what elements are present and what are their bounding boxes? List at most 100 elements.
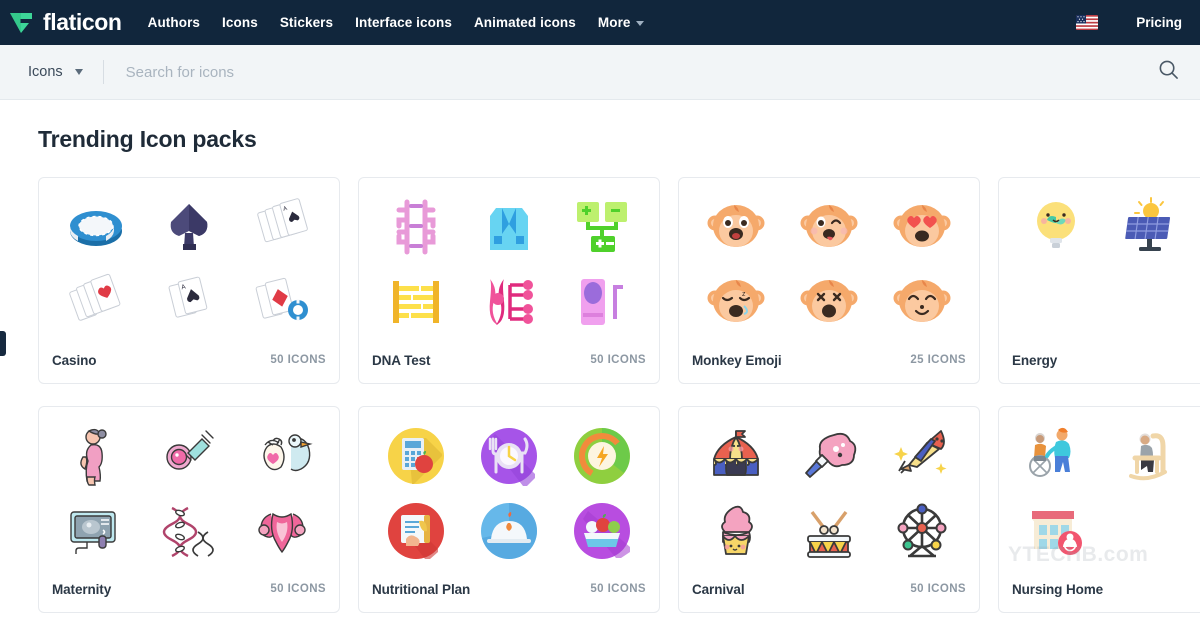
fruit-basket-icon [572, 501, 632, 561]
icon-pack-card-carnival[interactable]: Carnival 50 ICONS [678, 406, 980, 613]
pricing-link[interactable]: Pricing [1136, 15, 1182, 30]
pack-footer: Casino 50 ICONS [39, 343, 339, 383]
uterus-icon [251, 500, 313, 562]
pack-icon-count: 50 ICONS [590, 583, 646, 595]
monkey-face-tongue-icon [799, 197, 859, 257]
chromosome-test-icon [478, 271, 540, 333]
pack-name: DNA Test [372, 352, 431, 368]
stork-baby-delivery-icon [251, 425, 313, 487]
ferris-wheel-icon [891, 500, 953, 562]
pack-name: Nursing Home [1012, 581, 1104, 597]
nav-link-label: Authors [147, 15, 201, 30]
ultrasound-monitor-icon [65, 500, 127, 562]
food-cloche-icon [479, 501, 539, 561]
icon-pack-card-dna-test[interactable]: DNA Test 50 ICONS [358, 177, 660, 384]
monkey-face-surprised-icon [706, 197, 766, 257]
care-facility-icon [1026, 501, 1086, 561]
circus-tent-icon [705, 425, 767, 487]
search-submit-button[interactable] [1136, 45, 1200, 99]
firework-rocket-icon [891, 425, 953, 487]
metabolism-meter-icon [572, 426, 632, 486]
search-bar: Icons [0, 45, 1200, 100]
cotton-candy-icon [798, 425, 860, 487]
icon-pack-card-energy[interactable]: Energy [998, 177, 1200, 384]
icon-pack-card-monkey-emoji[interactable]: z Monkey Emoji 25 ICONS [678, 177, 980, 384]
eco-lightbulb-icon [1026, 197, 1086, 257]
pack-icon-preview-grid [39, 407, 339, 572]
calorie-calculator-icon [386, 426, 446, 486]
spade-symbol-icon [157, 195, 221, 259]
nav-link-authors[interactable]: Authors [148, 15, 200, 30]
pack-footer: Nursing Home [999, 572, 1200, 612]
chevron-down-icon [74, 69, 83, 75]
pack-footer: Energy [999, 343, 1200, 383]
genetic-chart-icon [571, 196, 633, 258]
playing-cards-hearts-icon [64, 270, 128, 334]
pack-name: Monkey Emoji [692, 352, 782, 368]
brand-logo-link[interactable]: flaticon [8, 10, 122, 36]
feedback-edge-tab[interactable] [0, 331, 6, 356]
ivf-syringe-ovum-icon [158, 425, 220, 487]
pack-icon-count: 50 ICONS [270, 354, 326, 366]
lab-coat-icon [478, 196, 540, 258]
dna-strand-icon [385, 196, 447, 258]
svg-text:z: z [742, 291, 746, 298]
cards-with-chip-icon [250, 270, 314, 334]
pack-icon-count: 50 ICONS [590, 354, 646, 366]
pack-icon-preview-grid [999, 178, 1200, 343]
pack-icon-preview-grid [999, 407, 1200, 572]
monkey-face-heart-eyes-icon [892, 197, 952, 257]
caregiver-wheelchair-icon [1026, 426, 1086, 486]
pack-name: Maternity [52, 581, 112, 597]
pack-name: Energy [1012, 352, 1058, 368]
poker-chip-icon [64, 195, 128, 259]
search-input[interactable] [103, 45, 1136, 99]
monkey-face-smiling-icon [892, 272, 952, 332]
dna-helix-icon [158, 500, 220, 562]
dna-ladder-icon [385, 271, 447, 333]
pack-icon-count: 50 ICONS [270, 583, 326, 595]
search-scope-dropdown[interactable]: Icons [0, 45, 103, 99]
pack-name: Casino [52, 352, 97, 368]
nav-right-group: Pricing [1076, 15, 1182, 30]
nav-link-interface-icons[interactable]: Interface icons [355, 15, 452, 30]
chevron-down-icon [635, 21, 644, 26]
icon-pack-card-nutritional-plan[interactable]: Nutritional Plan 50 ICONS [358, 406, 660, 613]
nav-link-stickers[interactable]: Stickers [280, 15, 333, 30]
elderly-rocking-chair-icon [1119, 426, 1179, 486]
nav-link-label: Stickers [279, 15, 334, 30]
pack-footer: DNA Test 50 ICONS [359, 343, 659, 383]
pack-icon-preview-grid: z [679, 178, 979, 343]
nav-link-animated-icons[interactable]: Animated icons [474, 15, 576, 30]
nav-link-icons[interactable]: Icons [222, 15, 258, 30]
nav-link-label: Interface icons [355, 15, 452, 30]
icon-pack-card-maternity[interactable]: Maternity 50 ICONS [38, 406, 340, 613]
pack-footer: Carnival 50 ICONS [679, 572, 979, 612]
solar-panel-icon [1119, 197, 1179, 257]
brand-name: flaticon [43, 9, 122, 35]
icon-pack-card-casino[interactable]: A A Casino 50 ICONS [38, 177, 340, 384]
pack-icon-preview-grid: A A [39, 178, 339, 343]
search-icon [1158, 59, 1179, 85]
carnival-drum-icon [798, 500, 860, 562]
pack-icon-preview-grid [359, 178, 659, 343]
pack-icon-count: 25 ICONS [910, 354, 966, 366]
diet-notebook-icon [386, 501, 446, 561]
nav-link-more[interactable]: More [598, 15, 644, 30]
flaticon-f-logo-icon [8, 10, 34, 36]
nav-link-label: More [597, 15, 631, 30]
meal-plate-cutlery-icon [479, 426, 539, 487]
us-flag-icon[interactable] [1076, 15, 1099, 30]
icon-pack-card-nursing-home[interactable]: Nursing Home [998, 406, 1200, 613]
ice-cream-cup-icon [705, 500, 767, 562]
pack-icon-preview-grid [359, 407, 659, 572]
nav-link-label: Animated icons [473, 15, 576, 30]
search-scope-label: Icons [28, 64, 63, 80]
playing-cards-spades-icon: A [250, 195, 314, 259]
icon-packs-grid: A A Casino 50 ICONS DNA Test 50 ICONS z … [0, 153, 1200, 613]
pack-name: Nutritional Plan [372, 581, 471, 597]
pack-footer: Maternity 50 ICONS [39, 572, 339, 612]
pack-footer: Monkey Emoji 25 ICONS [679, 343, 979, 383]
primary-nav-links: Authors Icons Stickers Interface icons A… [148, 15, 644, 30]
monkey-face-sleeping-icon: z [706, 272, 766, 332]
